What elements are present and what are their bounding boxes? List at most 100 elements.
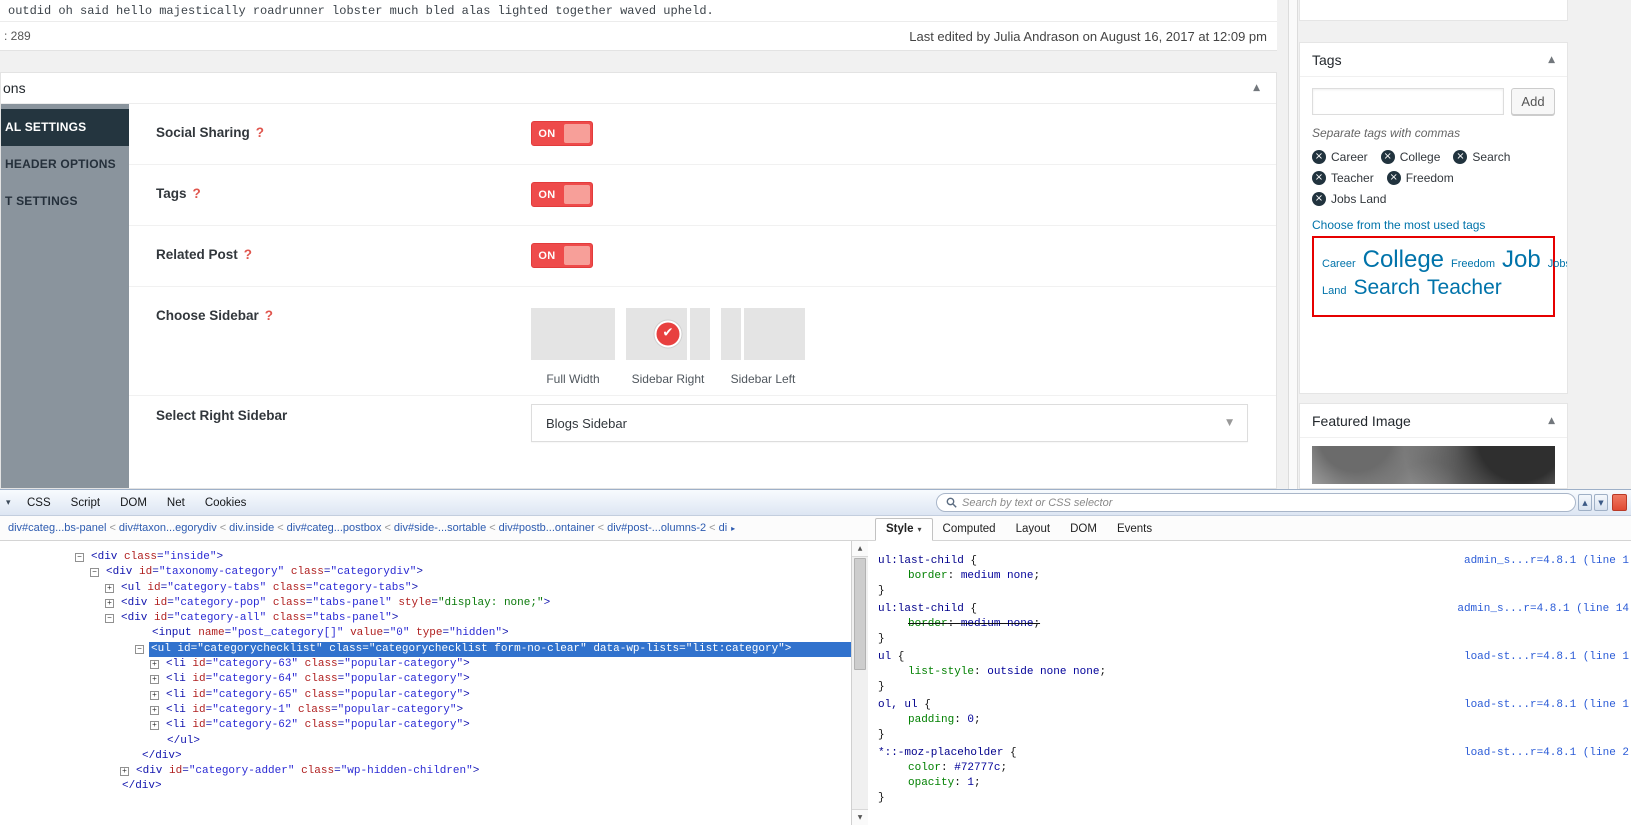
- css-declaration[interactable]: border: medium none;: [878, 569, 1629, 584]
- close-devtools-button[interactable]: [1612, 494, 1627, 511]
- expand-node-icon[interactable]: +: [105, 583, 114, 593]
- toggle-switch[interactable]: ON: [531, 243, 593, 268]
- remove-tag-icon[interactable]: ×: [1386, 171, 1401, 185]
- dom-tree-node[interactable]: + <li id="category-62" class="popular-cat…: [0, 718, 851, 733]
- toggle-switch[interactable]: ON: [531, 121, 593, 146]
- css-declaration[interactable]: color: #72777c;: [878, 761, 1629, 776]
- settings-nav-item[interactable]: T SETTINGS: [1, 183, 129, 220]
- expand-node-icon[interactable]: +: [150, 705, 159, 715]
- dom-node-markup[interactable]: <div class="inside">: [89, 550, 225, 565]
- help-icon[interactable]: ?: [244, 247, 252, 262]
- collapse-node-icon[interactable]: −: [105, 614, 114, 624]
- devtools-tab-cookies[interactable]: Cookies: [195, 490, 257, 515]
- dom-tree-node[interactable]: + <li id="category-1" class="popular-cate…: [0, 703, 851, 718]
- page-scrollbar[interactable]: [1288, 0, 1298, 489]
- css-source-link[interactable]: load-st...r=4.8.1 (line 1: [1454, 650, 1629, 665]
- css-declaration[interactable]: padding: 0;: [878, 713, 1629, 728]
- css-declaration[interactable]: border: medium none;: [878, 617, 1629, 632]
- breadcrumb-item[interactable]: div#postb...ontainer: [499, 522, 595, 534]
- breadcrumb-item[interactable]: div#side-...sortable: [394, 522, 486, 534]
- settings-nav-item-active[interactable]: AL SETTINGS: [1, 109, 129, 146]
- scrollbar-thumb[interactable]: [854, 558, 866, 670]
- toggle-switch[interactable]: ON: [531, 182, 593, 207]
- side-panel-tab-style[interactable]: Style ▾: [875, 518, 933, 541]
- css-selector[interactable]: ul:last-child: [878, 602, 964, 617]
- dom-tree-node[interactable]: − <div class="inside">: [0, 550, 851, 565]
- css-source-link[interactable]: load-st...r=4.8.1 (line 1: [1454, 698, 1629, 713]
- side-panel-tab-dom[interactable]: DOM: [1060, 519, 1107, 540]
- scroll-up-button[interactable]: ▲: [852, 541, 868, 557]
- post-content-editor[interactable]: outdid oh said hello majestically roadru…: [0, 0, 1277, 22]
- expand-node-icon[interactable]: +: [150, 690, 159, 700]
- dom-tree-node[interactable]: </ul>: [0, 734, 851, 749]
- expand-node-icon[interactable]: +: [150, 660, 159, 670]
- layout-option-full-width[interactable]: Full Width: [531, 308, 615, 386]
- dom-node-markup[interactable]: </div>: [140, 749, 184, 764]
- layout-thumbnail-full[interactable]: [531, 308, 615, 360]
- tag-cloud-item[interactable]: Teacher: [1427, 276, 1502, 299]
- side-panel-tab-computed[interactable]: Computed: [933, 519, 1006, 540]
- dom-node-markup[interactable]: <li id="category-1" class="popular-categ…: [164, 703, 465, 718]
- layout-option-sidebar-right[interactable]: ✔ Sidebar Right: [626, 308, 710, 386]
- dom-tree-node[interactable]: + <li id="category-65" class="popular-cat…: [0, 688, 851, 703]
- collapse-panel-icon[interactable]: ▲: [1253, 83, 1260, 93]
- dom-tree-node[interactable]: + <ul id="category-tabs" class="category-…: [0, 581, 851, 596]
- help-icon[interactable]: ?: [265, 308, 273, 323]
- tag-cloud-item[interactable]: College: [1363, 246, 1444, 273]
- breadcrumb-item[interactable]: div#post-...olumns-2: [607, 522, 706, 534]
- devtools-tab-css[interactable]: CSS: [17, 490, 61, 515]
- css-selector[interactable]: ul: [878, 650, 891, 665]
- dom-tree-node[interactable]: + <li id="category-64" class="popular-cat…: [0, 672, 851, 687]
- collapse-node-icon[interactable]: −: [135, 644, 144, 654]
- most-used-tags-link[interactable]: Choose from the most used tags: [1312, 218, 1555, 232]
- sidebar-select-dropdown[interactable]: Blogs Sidebar ▼: [531, 404, 1248, 442]
- devtools-tab-net[interactable]: Net: [157, 490, 195, 515]
- remove-tag-icon[interactable]: ×: [1453, 150, 1468, 164]
- dom-tree-node[interactable]: + <div id="category-pop" class="tabs-pane…: [0, 596, 851, 611]
- expand-node-icon[interactable]: +: [150, 721, 159, 731]
- dom-node-markup[interactable]: <li id="category-65" class="popular-cate…: [164, 688, 472, 703]
- expand-node-icon[interactable]: +: [105, 598, 114, 608]
- active-tab-caret-icon[interactable]: ▾: [4, 498, 17, 508]
- toggle-knob[interactable]: [564, 246, 590, 265]
- css-source-link[interactable]: load-st...r=4.8.1 (line 2: [1454, 746, 1629, 761]
- featured-image-header[interactable]: Featured Image ▲: [1300, 404, 1567, 438]
- search-input[interactable]: [962, 496, 1566, 509]
- tree-scrollbar[interactable]: ▲ ▼: [851, 541, 868, 825]
- add-tag-button[interactable]: Add: [1511, 88, 1555, 115]
- dom-tree-node[interactable]: − <div id="taxonomy-category" class="cate…: [0, 565, 851, 580]
- breadcrumb-item[interactable]: div#categ...postbox: [287, 522, 382, 534]
- remove-tag-icon[interactable]: ×: [1312, 192, 1326, 206]
- collapse-featured-icon[interactable]: ▲: [1548, 416, 1555, 426]
- scroll-down-button[interactable]: ▼: [852, 809, 868, 825]
- dom-node-markup[interactable]: <div id="taxonomy-category" class="categ…: [104, 565, 425, 580]
- css-source-link[interactable]: admin_s...r=4.8.1 (line 14: [1447, 602, 1629, 617]
- dom-node-markup[interactable]: </ul>: [165, 734, 202, 749]
- dom-node-markup[interactable]: <input name="post_category[]" value="0" …: [150, 626, 511, 641]
- dom-node-markup[interactable]: </div>: [120, 779, 164, 794]
- css-selector[interactable]: ul:last-child: [878, 554, 964, 569]
- tags-header[interactable]: Tags ▲: [1300, 43, 1567, 77]
- dom-tree-node[interactable]: </div>: [0, 749, 851, 764]
- settings-nav-item[interactable]: HEADER OPTIONS: [1, 146, 129, 183]
- css-declaration[interactable]: opacity: 1;: [878, 776, 1629, 791]
- side-panel-tab-events[interactable]: Events: [1107, 519, 1162, 540]
- search-prev-button[interactable]: ▲: [1578, 494, 1592, 511]
- dom-tree-node[interactable]: </div>: [0, 779, 851, 794]
- dom-tree-node[interactable]: + <div id="category-adder" class="wp-hidd…: [0, 764, 851, 779]
- toggle-knob[interactable]: [564, 124, 590, 143]
- dom-node-markup[interactable]: <div id="category-adder" class="wp-hidde…: [134, 764, 481, 779]
- remove-tag-icon[interactable]: ×: [1312, 171, 1326, 185]
- dom-node-markup[interactable]: <li id="category-62" class="popular-cate…: [164, 718, 472, 733]
- dom-node-markup[interactable]: <div id="category-all" class="tabs-panel…: [119, 611, 400, 626]
- tag-cloud-item[interactable]: Career: [1322, 258, 1356, 270]
- tag-cloud-item[interactable]: Search: [1353, 276, 1420, 299]
- layout-thumbnail-right[interactable]: ✔: [626, 308, 710, 360]
- featured-image-thumbnail[interactable]: [1312, 446, 1555, 484]
- css-selector[interactable]: ol, ul: [878, 698, 918, 713]
- dom-tree-node[interactable]: − <div id="category-all" class="tabs-pane…: [0, 611, 851, 626]
- dom-node-markup[interactable]: <div id="category-pop" class="tabs-panel…: [119, 596, 552, 611]
- dom-node-markup[interactable]: <li id="category-64" class="popular-cate…: [164, 672, 472, 687]
- devtools-tab-dom[interactable]: DOM: [110, 490, 157, 515]
- search-next-button[interactable]: ▼: [1594, 494, 1608, 511]
